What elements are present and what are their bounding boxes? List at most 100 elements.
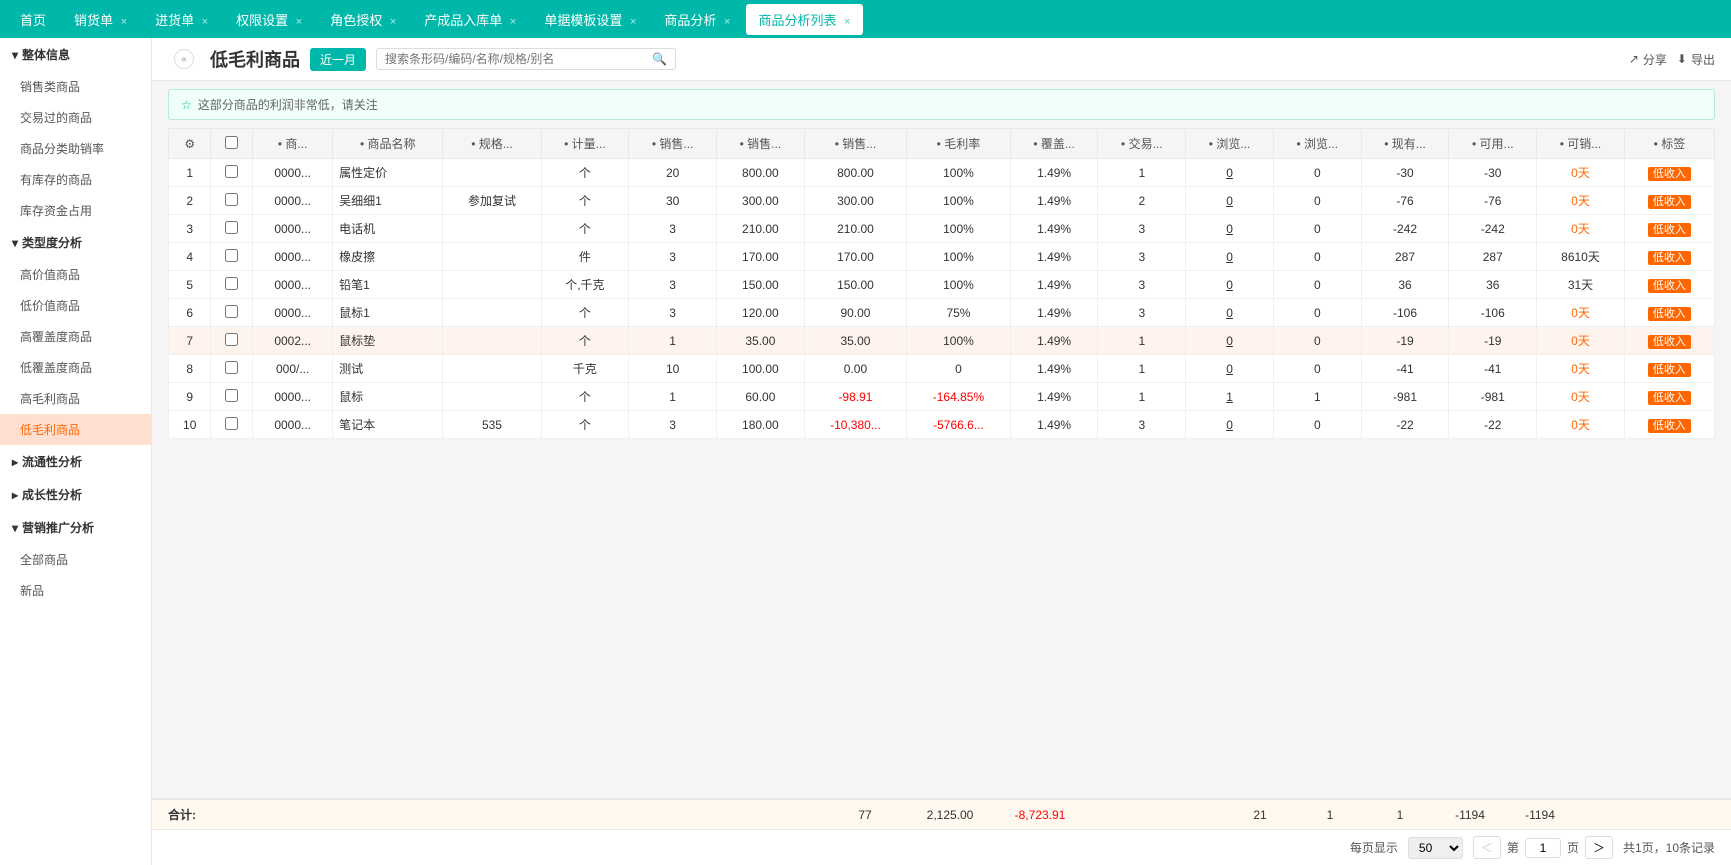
row-checkbox[interactable] [225, 165, 238, 178]
sidebar-item-sales-products[interactable]: 销售类商品 [0, 71, 151, 102]
cell-views1[interactable]: 0 [1186, 271, 1274, 299]
select-all-checkbox[interactable] [225, 136, 238, 149]
sidebar-item-category-rate[interactable]: 商品分类助销率 [0, 133, 151, 164]
nav-permissions[interactable]: 权限设置 × [224, 4, 314, 35]
row-checkbox[interactable] [225, 333, 238, 346]
col-code[interactable]: • 商... [253, 129, 333, 159]
sidebar-item-high-coverage[interactable]: 高覆盖度商品 [0, 321, 151, 352]
col-gross-margin[interactable]: • 毛利率 [907, 129, 1011, 159]
cell-views1[interactable]: 0 [1186, 299, 1274, 327]
cell-checkbox[interactable] [211, 355, 253, 383]
period-button[interactable]: 近一月 [310, 48, 366, 71]
col-trade-count[interactable]: • 交易... [1098, 129, 1186, 159]
col-tag[interactable]: • 标签 [1624, 129, 1714, 159]
sidebar-group-type-analysis[interactable]: ▾ 类型度分析 [0, 226, 151, 259]
cell-views1[interactable]: 0 [1186, 355, 1274, 383]
close-icon[interactable]: × [844, 16, 850, 28]
nav-home[interactable]: 首页 [8, 4, 58, 35]
nav-sales[interactable]: 销货单 × [62, 4, 139, 35]
col-available-stock[interactable]: • 可用... [1449, 129, 1537, 159]
col-sellable-days[interactable]: • 可销... [1537, 129, 1625, 159]
cell-sales-profit: 170.00 [804, 243, 906, 271]
share-button[interactable]: ↗ 分享 [1629, 51, 1667, 68]
close-icon[interactable]: × [121, 16, 127, 28]
sidebar-item-in-stock[interactable]: 有库存的商品 [0, 164, 151, 195]
cell-views1[interactable]: 0 [1186, 411, 1274, 439]
cell-views1[interactable]: 0 [1186, 215, 1274, 243]
close-icon[interactable]: × [724, 16, 730, 28]
cell-sales-profit: -98.91 [804, 383, 906, 411]
row-checkbox[interactable] [225, 389, 238, 402]
col-unit[interactable]: • 计量... [541, 129, 629, 159]
close-icon[interactable]: × [510, 16, 516, 28]
cell-checkbox[interactable] [211, 299, 253, 327]
close-icon[interactable]: × [630, 16, 636, 28]
cell-views1[interactable]: 0 [1186, 327, 1274, 355]
close-icon[interactable]: × [296, 16, 302, 28]
per-page-select[interactable]: 50 100 [1408, 837, 1463, 859]
search-input[interactable] [385, 52, 652, 66]
row-checkbox[interactable] [225, 249, 238, 262]
close-icon[interactable]: × [390, 16, 396, 28]
sidebar-group-circulation[interactable]: ▸ 流通性分析 [0, 445, 151, 478]
cell-checkbox[interactable] [211, 159, 253, 187]
cell-checkbox[interactable] [211, 271, 253, 299]
sidebar-group-marketing[interactable]: ▾ 营销推广分析 [0, 511, 151, 544]
row-checkbox[interactable] [225, 277, 238, 290]
sidebar-item-high-value[interactable]: 高价值商品 [0, 259, 151, 290]
sidebar-item-low-coverage[interactable]: 低覆盖度商品 [0, 352, 151, 383]
cell-code: 0000... [253, 215, 333, 243]
cell-checkbox[interactable] [211, 187, 253, 215]
nav-product-analysis[interactable]: 商品分析 × [652, 4, 742, 35]
sidebar-item-all-products[interactable]: 全部商品 [0, 544, 151, 575]
col-current-stock[interactable]: • 现有... [1361, 129, 1449, 159]
row-checkbox[interactable] [225, 193, 238, 206]
collapse-sidebar-button[interactable]: « [174, 49, 194, 69]
cell-checkbox[interactable] [211, 383, 253, 411]
cell-views1[interactable]: 1 [1186, 383, 1274, 411]
col-coverage[interactable]: • 覆盖... [1010, 129, 1098, 159]
row-checkbox[interactable] [225, 221, 238, 234]
sidebar-item-new-products[interactable]: 新品 [0, 575, 151, 606]
cell-no: 5 [169, 271, 211, 299]
cell-views1[interactable]: 0 [1186, 159, 1274, 187]
sidebar-item-inventory-capital[interactable]: 库存资金占用 [0, 195, 151, 226]
cell-checkbox[interactable] [211, 411, 253, 439]
sidebar-group-growth[interactable]: ▸ 成长性分析 [0, 478, 151, 511]
col-sales-qty[interactable]: • 销售... [629, 129, 717, 159]
next-page-button[interactable]: ＞ [1585, 836, 1613, 859]
col-checkbox[interactable] [211, 129, 253, 159]
cell-checkbox[interactable] [211, 243, 253, 271]
row-checkbox[interactable] [225, 361, 238, 374]
cell-unit: 个 [541, 187, 629, 215]
sidebar-group-overall[interactable]: ▾ 整体信息 [0, 38, 151, 71]
nav-purchase[interactable]: 进货单 × [143, 4, 220, 35]
close-icon[interactable]: × [202, 16, 208, 28]
cell-available-stock: -22 [1449, 411, 1537, 439]
col-spec[interactable]: • 规格... [443, 129, 541, 159]
col-settings[interactable]: ⚙ [169, 129, 211, 159]
page-number-input[interactable] [1525, 838, 1561, 858]
nav-products-entry[interactable]: 产成品入库单 × [412, 4, 528, 35]
col-name[interactable]: • 商品名称 [333, 129, 443, 159]
nav-roles[interactable]: 角色授权 × [318, 4, 408, 35]
cell-views1[interactable]: 0 [1186, 243, 1274, 271]
col-views2[interactable]: • 浏览... [1273, 129, 1361, 159]
col-sales-amount[interactable]: • 销售... [717, 129, 805, 159]
cell-sales-qty: 20 [629, 159, 717, 187]
col-views1[interactable]: • 浏览... [1186, 129, 1274, 159]
sidebar-item-low-margin[interactable]: 低毛利商品 [0, 414, 151, 445]
sidebar-item-low-value[interactable]: 低价值商品 [0, 290, 151, 321]
row-checkbox[interactable] [225, 417, 238, 430]
nav-template[interactable]: 单据模板设置 × [532, 4, 648, 35]
sidebar-item-traded-products[interactable]: 交易过的商品 [0, 102, 151, 133]
cell-views1[interactable]: 0 [1186, 187, 1274, 215]
export-button[interactable]: ⬇ 导出 [1677, 51, 1715, 68]
prev-page-button[interactable]: ＜ [1473, 836, 1501, 859]
row-checkbox[interactable] [225, 305, 238, 318]
col-sales-profit[interactable]: • 销售... [804, 129, 906, 159]
cell-checkbox[interactable] [211, 215, 253, 243]
sidebar-item-high-margin[interactable]: 高毛利商品 [0, 383, 151, 414]
nav-product-analysis-list[interactable]: 商品分析列表 × [746, 4, 862, 35]
cell-checkbox[interactable] [211, 327, 253, 355]
